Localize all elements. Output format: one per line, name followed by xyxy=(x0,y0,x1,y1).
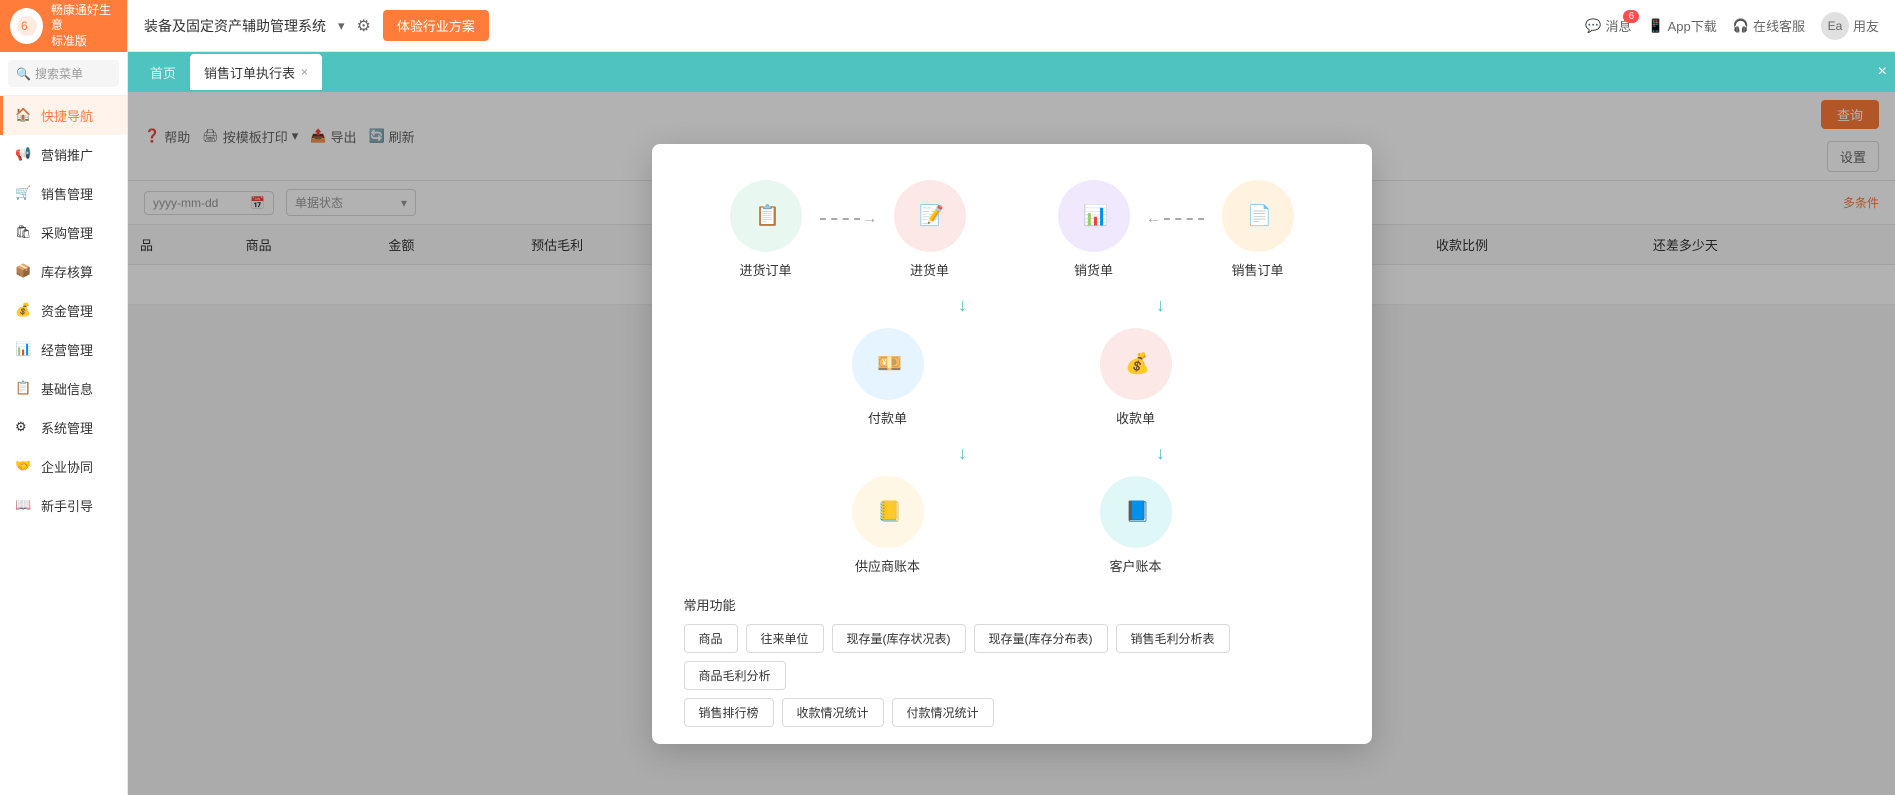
system-title: 装备及固定资产辅助管理系统 xyxy=(144,16,326,36)
flow-item-purchase-slip[interactable]: 📝 进货单 xyxy=(886,168,974,291)
topbar-dropdown[interactable]: ▾ xyxy=(338,18,345,34)
func-btn-payment-stats[interactable]: 付款情况统计 xyxy=(892,698,994,727)
receipt-icon: 💰 xyxy=(1100,328,1172,400)
experience-button[interactable]: 体验行业方案 xyxy=(383,10,489,41)
flow-item-receipt[interactable]: 💰 收款单 xyxy=(1092,316,1180,439)
down-arrow-purchase: ↓ xyxy=(958,295,967,316)
purchase-icon: 🛍 xyxy=(15,224,33,242)
svg-text:💴: 💴 xyxy=(877,353,902,375)
messages-badge: 6 xyxy=(1623,10,1639,23)
info-icon: 📋 xyxy=(15,380,33,398)
svg-text:📄: 📄 xyxy=(1247,203,1272,227)
logo-text: 畅康通好生意 标准版 xyxy=(51,3,117,50)
flow-item-sale-order[interactable]: 📄 销售订单 xyxy=(1214,168,1302,291)
func-btn-stock-dist[interactable]: 现存量(库存分布表) xyxy=(974,624,1108,653)
flow-section: 📋 进货订单 → xyxy=(684,168,1340,587)
sidebar-item-collab[interactable]: 🤝 企业协同 xyxy=(0,447,127,486)
guide-icon: 📖 xyxy=(15,497,33,515)
sidebar-item-system[interactable]: ⚙ 系统管理 xyxy=(0,408,127,447)
flow-item-sale-slip[interactable]: 📊 销货单 xyxy=(1050,168,1138,291)
topbar: 装备及固定资产辅助管理系统 ▾ ⚙ 体验行业方案 💬 消息 6 📱 App下载 … xyxy=(128,0,1895,52)
logo-icon: 6 xyxy=(10,8,43,44)
func-buttons-row1: 商品 往来单位 现存量(库存状况表) 现存量(库存分布表) 销售毛利分析表 商品… xyxy=(684,624,1340,690)
svg-text:📝: 📝 xyxy=(919,203,944,227)
sidebar-item-guide[interactable]: 📖 新手引导 xyxy=(0,486,127,525)
sale-order-icon: 📄 xyxy=(1222,180,1294,252)
flow-item-customer-ledger[interactable]: 📘 客户账本 xyxy=(1092,464,1180,587)
svg-text:6: 6 xyxy=(21,19,28,33)
download-icon: 📱 xyxy=(1647,18,1663,34)
collab-icon: 🤝 xyxy=(15,458,33,476)
chevron-down-icon: ▾ xyxy=(338,18,345,34)
svg-text:📘: 📘 xyxy=(1125,500,1150,523)
sidebar-nav: 🏠 快捷导航 📢 营销推广 🛒 销售管理 🛍 采购管理 📦 库存核算 💰 xyxy=(0,96,127,795)
purchase-order-icon: 📋 xyxy=(730,180,802,252)
app-download-action[interactable]: 📱 App下载 xyxy=(1647,16,1716,35)
flow-item-payment[interactable]: 💴 付款单 xyxy=(844,316,932,439)
supplier-ledger-icon: 📒 xyxy=(852,476,924,548)
func-btn-receipt-stats[interactable]: 收款情况统计 xyxy=(782,698,884,727)
func-btn-sales-rank[interactable]: 销售排行榜 xyxy=(684,698,774,727)
marketing-icon: 📢 xyxy=(15,146,33,164)
func-buttons-row2: 销售排行榜 收款情况统计 付款情况统计 xyxy=(684,698,1340,727)
down-arrow-sale: ↓ xyxy=(1156,295,1165,316)
func-btn-goods-gross[interactable]: 商品毛利分析 xyxy=(684,661,786,690)
search-button[interactable]: 🔍 搜索菜单 xyxy=(8,60,119,87)
messages-action[interactable]: 💬 消息 6 xyxy=(1585,16,1631,35)
search-icon: 🔍 xyxy=(16,67,31,81)
user-action[interactable]: Ea 用友 xyxy=(1821,12,1879,40)
func-btn-goods[interactable]: 商品 xyxy=(684,624,738,653)
gear-button[interactable]: ⚙ xyxy=(357,16,371,36)
customer-ledger-icon: 📘 xyxy=(1100,476,1172,548)
tab-close-icon[interactable]: × xyxy=(301,65,308,79)
quick-nav-modal: 📋 进货订单 → xyxy=(652,144,1372,744)
modal-overlay[interactable]: 📋 进货订单 → xyxy=(128,92,1895,795)
sidebar-item-marketing[interactable]: 📢 营销推广 xyxy=(0,135,127,174)
tab-sales-order[interactable]: 销售订单执行表 × xyxy=(190,54,322,90)
tab-bar-close-icon[interactable]: × xyxy=(1878,63,1887,81)
purchase-slip-icon: 📝 xyxy=(894,180,966,252)
tab-home[interactable]: 首页 xyxy=(136,54,190,90)
sidebar: 6 畅康通好生意 标准版 🔍 搜索菜单 🏠 快捷导航 📢 营销推广 xyxy=(0,0,128,795)
sales-icon: 🛒 xyxy=(15,185,33,203)
common-functions: 常用功能 商品 往来单位 现存量(库存状况表) 现存量(库存分布表) 销售毛利分… xyxy=(684,595,1340,744)
finance-icon: 💰 xyxy=(15,302,33,320)
system-icon: ⚙ xyxy=(15,419,33,437)
sidebar-item-management[interactable]: 📊 经营管理 xyxy=(0,330,127,369)
sale-slip-icon: 📊 xyxy=(1058,180,1130,252)
sidebar-logo: 6 畅康通好生意 标准版 xyxy=(0,0,127,52)
func-btn-stock-status[interactable]: 现存量(库存状况表) xyxy=(832,624,966,653)
service-icon: 🎧 xyxy=(1733,18,1749,34)
message-icon: 💬 xyxy=(1585,18,1601,34)
modal-inner: 📋 进货订单 → xyxy=(652,144,1372,744)
down-arrow-payment: ↓ xyxy=(958,443,967,464)
common-functions-title: 常用功能 xyxy=(684,595,1340,614)
main-content: 装备及固定资产辅助管理系统 ▾ ⚙ 体验行业方案 💬 消息 6 📱 App下载 … xyxy=(128,0,1895,795)
func-btn-partners[interactable]: 往来单位 xyxy=(746,624,824,653)
sidebar-item-inventory[interactable]: 📦 库存核算 xyxy=(0,252,127,291)
sidebar-item-finance[interactable]: 💰 资金管理 xyxy=(0,291,127,330)
payment-icon: 💴 xyxy=(852,328,924,400)
sidebar-item-basic-info[interactable]: 📋 基础信息 xyxy=(0,369,127,408)
down-arrow-receipt: ↓ xyxy=(1156,443,1165,464)
inventory-icon: 📦 xyxy=(15,263,33,281)
page-content: ❓ 帮助 🖨 按模板打印 ▾ 📤 导出 🔄 刷新 查询 xyxy=(128,92,1895,795)
sidebar-item-sales[interactable]: 🛒 销售管理 xyxy=(0,174,127,213)
avatar: Ea xyxy=(1821,12,1849,40)
sidebar-item-quick-nav[interactable]: 🏠 快捷导航 xyxy=(0,96,127,135)
svg-text:📊: 📊 xyxy=(1083,203,1108,227)
svg-text:📋: 📋 xyxy=(755,203,780,227)
sidebar-search[interactable]: 🔍 搜索菜单 xyxy=(0,52,127,96)
svg-text:💰: 💰 xyxy=(1125,351,1150,375)
online-service-action[interactable]: 🎧 在线客服 xyxy=(1733,16,1805,35)
home-icon: 🏠 xyxy=(15,107,33,125)
topbar-actions: 💬 消息 6 📱 App下载 🎧 在线客服 Ea 用友 xyxy=(1585,12,1879,40)
svg-text:📒: 📒 xyxy=(877,500,902,523)
sidebar-item-purchase[interactable]: 🛍 采购管理 xyxy=(0,213,127,252)
flow-item-purchase-order[interactable]: 📋 进货订单 xyxy=(722,168,810,291)
management-icon: 📊 xyxy=(15,341,33,359)
func-btn-sales-gross[interactable]: 销售毛利分析表 xyxy=(1116,624,1230,653)
tab-bar: 首页 销售订单执行表 × × xyxy=(128,52,1895,92)
flow-item-supplier-ledger[interactable]: 📒 供应商账本 xyxy=(844,464,932,587)
